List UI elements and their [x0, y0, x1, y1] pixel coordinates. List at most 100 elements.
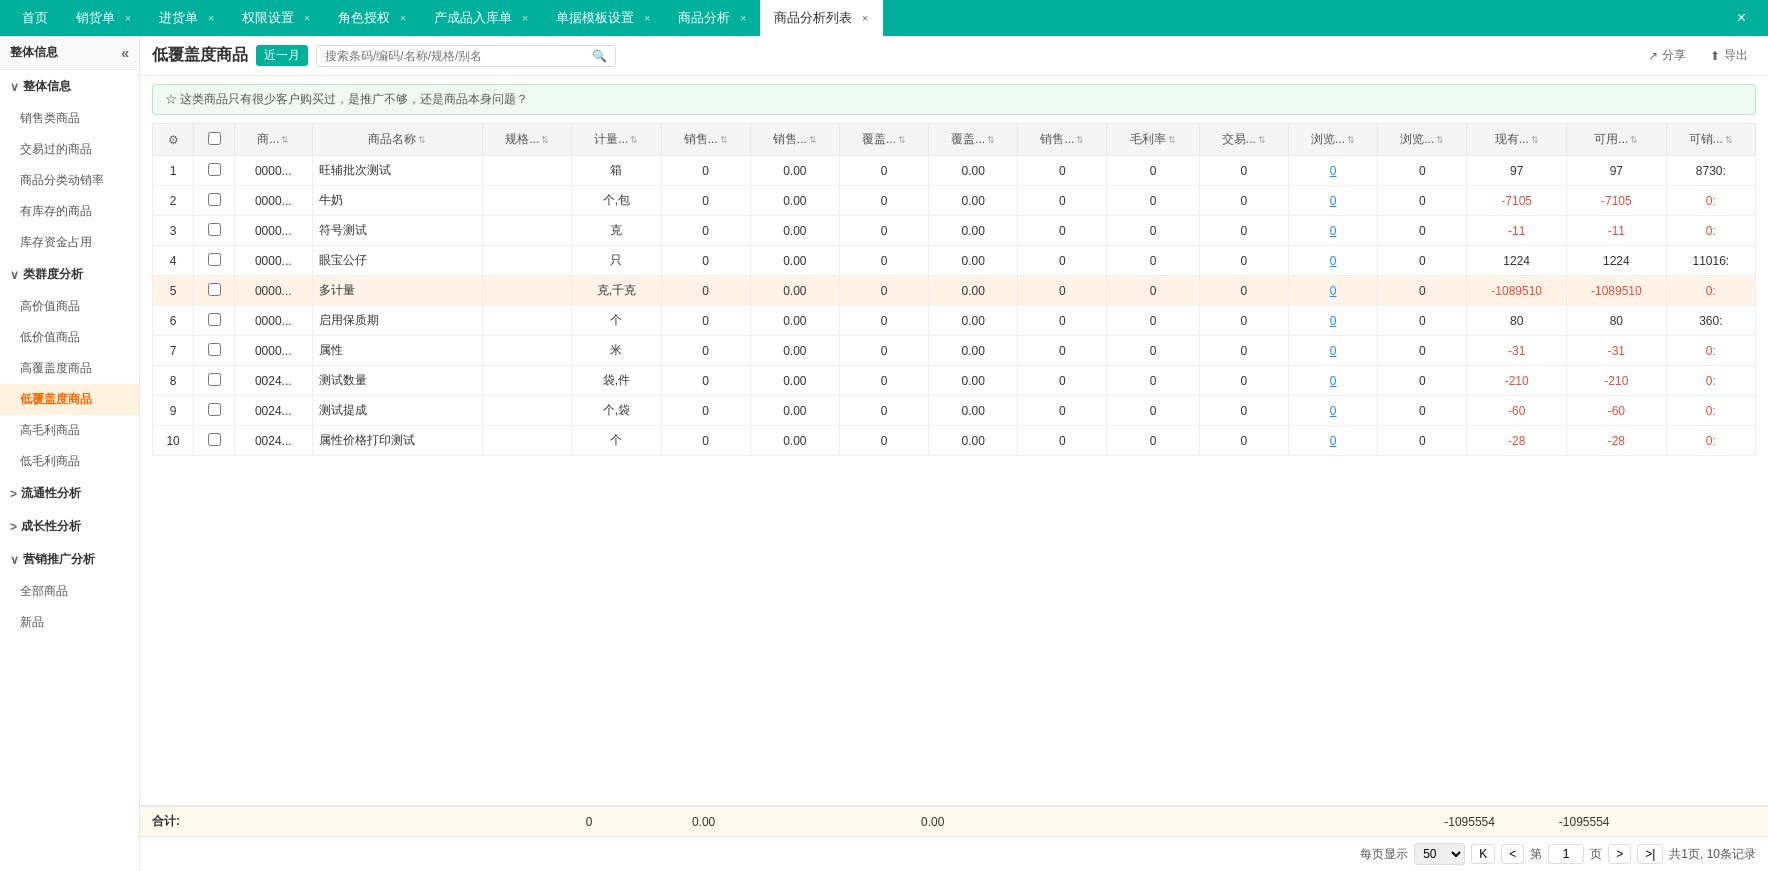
row-name[interactable]: 牛奶 — [312, 186, 483, 216]
sidebar-item-category-rate[interactable]: 商品分类动销率 — [0, 165, 139, 196]
select-all-checkbox[interactable] — [208, 132, 221, 145]
sidebar-section-growth[interactable]: > 成长性分析 — [0, 510, 139, 543]
sidebar-section-flow[interactable]: > 流通性分析 — [0, 477, 139, 510]
nav-roles-close[interactable]: × — [400, 12, 406, 24]
row-checkbox[interactable] — [194, 396, 235, 426]
row-checkbox[interactable] — [194, 366, 235, 396]
row-select-checkbox[interactable] — [208, 163, 221, 176]
row-select-checkbox[interactable] — [208, 223, 221, 236]
sidebar-item-high-coverage[interactable]: 高覆盖度商品 — [0, 353, 139, 384]
row-checkbox[interactable] — [194, 156, 235, 186]
row-name[interactable]: 旺辅批次测试 — [312, 156, 483, 186]
sidebar-item-all-goods[interactable]: 全部商品 — [0, 576, 139, 607]
row-checkbox[interactable] — [194, 246, 235, 276]
row-checkbox[interactable] — [194, 336, 235, 366]
col-browse1[interactable]: 浏览...⇅ — [1288, 124, 1377, 156]
page-size-select[interactable]: 50 100 200 — [1414, 843, 1465, 865]
nav-home[interactable]: 首页 — [8, 0, 62, 36]
row-checkbox[interactable] — [194, 276, 235, 306]
sidebar-section-overall[interactable]: ∨ 整体信息 — [0, 70, 139, 103]
row-browse1[interactable]: 0 — [1288, 216, 1377, 246]
col-unit[interactable]: 计量...⇅ — [572, 124, 661, 156]
nav-permissions-close[interactable]: × — [304, 12, 310, 24]
sidebar-item-low-value[interactable]: 低价值商品 — [0, 322, 139, 353]
col-available[interactable]: 可用...⇅ — [1567, 124, 1667, 156]
search-icon[interactable]: 🔍 — [592, 49, 607, 63]
row-checkbox[interactable] — [194, 426, 235, 456]
row-name[interactable]: 属性 — [312, 336, 483, 366]
nav-permissions[interactable]: 权限设置 × — [228, 0, 324, 36]
row-name[interactable]: 启用保质期 — [312, 306, 483, 336]
row-name[interactable]: 测试提成 — [312, 396, 483, 426]
nav-sales-close[interactable]: × — [125, 12, 131, 24]
nav-production-close[interactable]: × — [522, 12, 528, 24]
sidebar-section-marketing[interactable]: ∨ 营销推广分析 — [0, 543, 139, 576]
col-browse2[interactable]: 浏览...⇅ — [1378, 124, 1467, 156]
row-browse1[interactable]: 0 — [1288, 396, 1377, 426]
row-browse1[interactable]: 0 — [1288, 156, 1377, 186]
row-checkbox[interactable] — [194, 306, 235, 336]
col-name[interactable]: 商品名称⇅ — [312, 124, 483, 156]
share-button[interactable]: ↗ 分享 — [1640, 44, 1694, 67]
col-sales3[interactable]: 销售...⇅ — [1018, 124, 1107, 156]
nav-template-close[interactable]: × — [644, 12, 650, 24]
row-browse1[interactable]: 0 — [1288, 336, 1377, 366]
row-select-checkbox[interactable] — [208, 193, 221, 206]
nav-goods-analysis[interactable]: 商品分析 × — [664, 0, 760, 36]
row-browse1[interactable]: 0 — [1288, 366, 1377, 396]
search-input[interactable] — [325, 49, 592, 63]
col-sales1[interactable]: 销售...⇅ — [661, 124, 750, 156]
row-checkbox[interactable] — [194, 216, 235, 246]
row-name[interactable]: 多计量 — [312, 276, 483, 306]
row-browse1[interactable]: 0 — [1288, 246, 1377, 276]
sidebar-item-new-goods[interactable]: 新品 — [0, 607, 139, 638]
first-page-button[interactable]: K — [1471, 844, 1495, 864]
nav-goods-list-close[interactable]: × — [862, 12, 868, 24]
next-page-button[interactable]: > — [1608, 844, 1631, 864]
row-name[interactable]: 测试数量 — [312, 366, 483, 396]
col-settings[interactable]: ⚙ — [153, 124, 194, 156]
row-checkbox[interactable] — [194, 186, 235, 216]
nav-template[interactable]: 单据模板设置 × — [542, 0, 664, 36]
sidebar-item-sales-goods[interactable]: 销售类商品 — [0, 103, 139, 134]
row-browse1[interactable]: 0 — [1288, 186, 1377, 216]
col-sales2[interactable]: 销售...⇅ — [750, 124, 839, 156]
sidebar-item-high-value[interactable]: 高价值商品 — [0, 291, 139, 322]
time-badge[interactable]: 近一月 — [256, 45, 308, 66]
nav-sales[interactable]: 销货单 × — [62, 0, 145, 36]
sidebar-item-inventory-capital[interactable]: 库存资金占用 — [0, 227, 139, 258]
nav-roles[interactable]: 角色授权 × — [324, 0, 420, 36]
row-select-checkbox[interactable] — [208, 283, 221, 296]
row-select-checkbox[interactable] — [208, 343, 221, 356]
row-name[interactable]: 眼宝公仔 — [312, 246, 483, 276]
sidebar-item-low-margin[interactable]: 低毛利商品 — [0, 446, 139, 477]
col-spec[interactable]: 规格...⇅ — [483, 124, 572, 156]
page-number-input[interactable] — [1548, 844, 1584, 864]
nav-production[interactable]: 产成品入库单 × — [420, 0, 542, 36]
sidebar-section-group[interactable]: ∨ 类群度分析 — [0, 258, 139, 291]
last-page-button[interactable]: >| — [1637, 844, 1663, 864]
sidebar-item-high-margin[interactable]: 高毛利商品 — [0, 415, 139, 446]
sidebar-item-inventory-goods[interactable]: 有库存的商品 — [0, 196, 139, 227]
nav-goods-analysis-close[interactable]: × — [740, 12, 746, 24]
col-sellable[interactable]: 可销...⇅ — [1666, 124, 1755, 156]
export-button[interactable]: ⬆ 导出 — [1702, 44, 1756, 67]
col-trade[interactable]: 交易...⇅ — [1199, 124, 1288, 156]
window-close-button[interactable]: × — [1723, 9, 1760, 27]
nav-purchase-close[interactable]: × — [208, 12, 214, 24]
row-browse1[interactable]: 0 — [1288, 276, 1377, 306]
row-select-checkbox[interactable] — [208, 313, 221, 326]
nav-purchase[interactable]: 进货单 × — [145, 0, 228, 36]
sidebar-item-low-coverage[interactable]: 低覆盖度商品 — [0, 384, 139, 415]
row-select-checkbox[interactable] — [208, 433, 221, 446]
row-select-checkbox[interactable] — [208, 253, 221, 266]
row-name[interactable]: 属性价格打印测试 — [312, 426, 483, 456]
sidebar-item-traded-goods[interactable]: 交易过的商品 — [0, 134, 139, 165]
row-select-checkbox[interactable] — [208, 403, 221, 416]
col-current[interactable]: 现有...⇅ — [1467, 124, 1567, 156]
row-name[interactable]: 符号测试 — [312, 216, 483, 246]
col-code[interactable]: 商...⇅ — [234, 124, 312, 156]
col-cov1[interactable]: 覆盖...⇅ — [839, 124, 928, 156]
col-margin[interactable]: 毛利率⇅ — [1107, 124, 1199, 156]
row-select-checkbox[interactable] — [208, 373, 221, 386]
